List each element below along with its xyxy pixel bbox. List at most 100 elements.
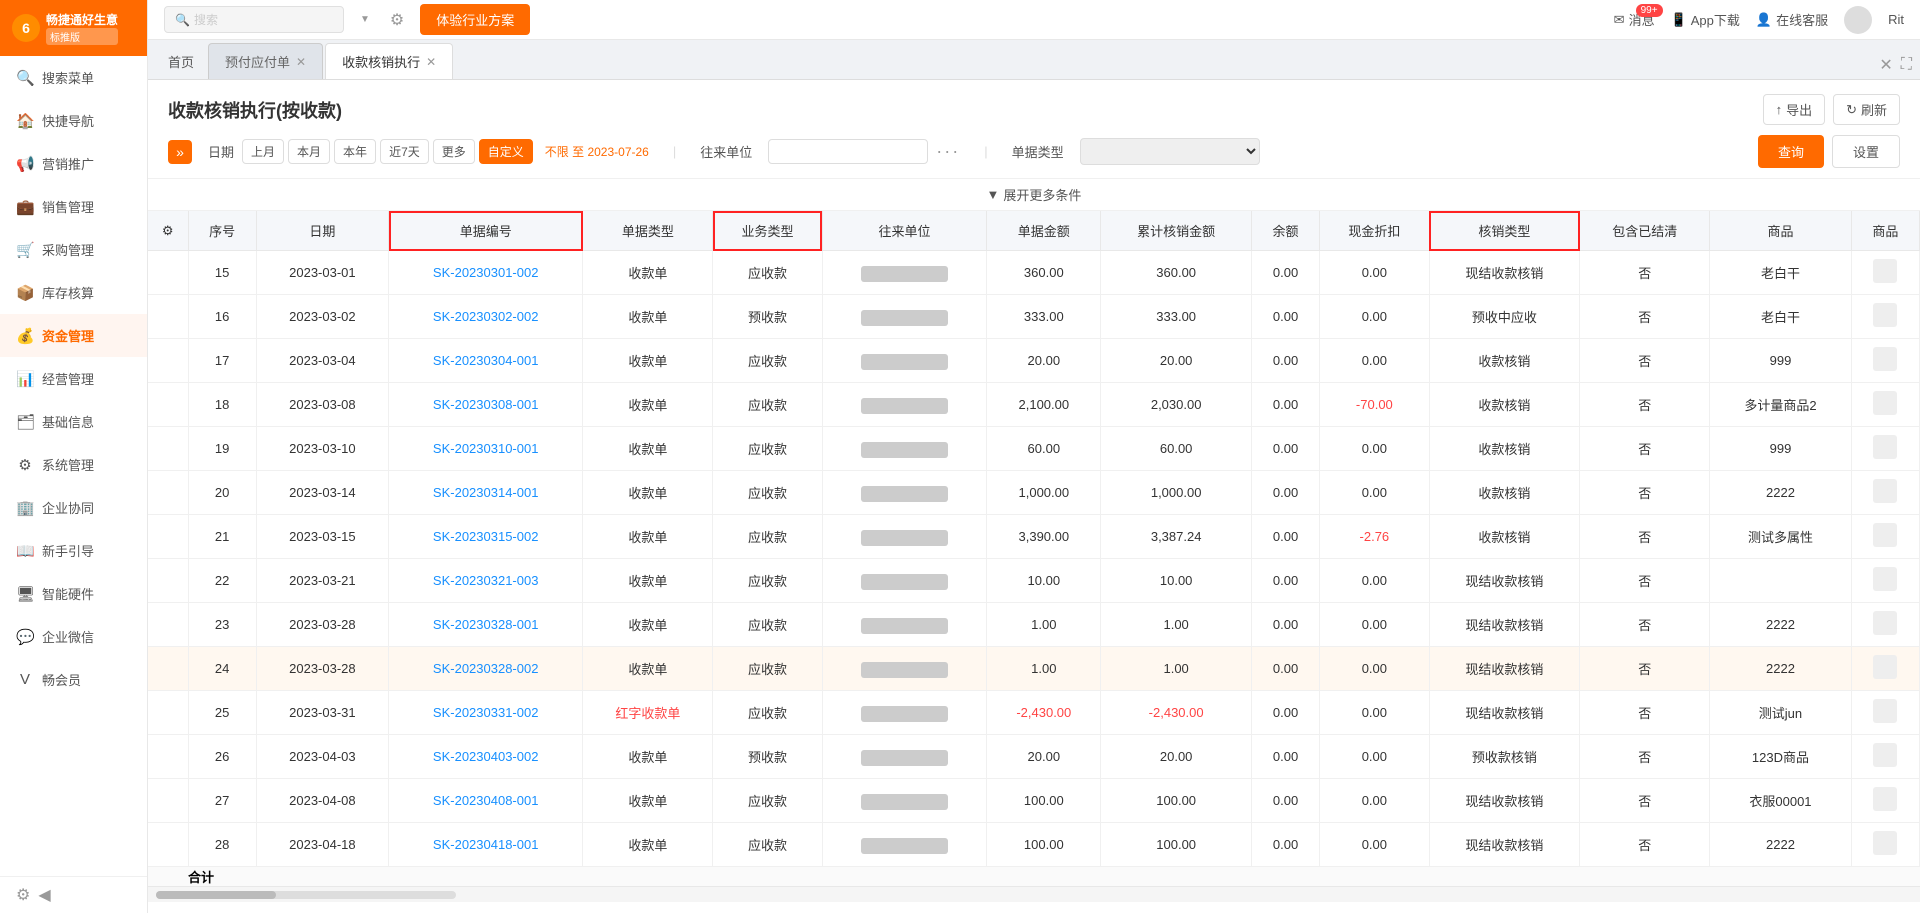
doc-no-link[interactable]: SK-20230308-001 bbox=[433, 397, 539, 412]
sidebar-item-shortcut[interactable]: 🏠 快捷导航 bbox=[0, 99, 147, 142]
dots-icon[interactable]: ··· bbox=[936, 141, 960, 162]
doc-no-link[interactable]: SK-20230302-002 bbox=[433, 309, 539, 324]
message-button[interactable]: ✉ 消息 99+ bbox=[1614, 10, 1655, 29]
td-doc-no[interactable]: SK-20230301-002 bbox=[389, 251, 583, 295]
doc-no-link[interactable]: SK-20230331-002 bbox=[433, 705, 539, 720]
filter-toggle-button[interactable]: » bbox=[168, 140, 192, 164]
query-button[interactable]: 查询 bbox=[1758, 135, 1824, 168]
td-doc-no[interactable]: SK-20230408-001 bbox=[389, 779, 583, 823]
sidebar-item-wechat[interactable]: 💬 企业微信 bbox=[0, 615, 147, 658]
td-doc-no[interactable]: SK-20230331-002 bbox=[389, 691, 583, 735]
doc-no-link[interactable]: SK-20230328-001 bbox=[433, 617, 539, 632]
sidebar-item-purchase[interactable]: 🛒 采购管理 bbox=[0, 228, 147, 271]
doc-no-link[interactable]: SK-20230301-002 bbox=[433, 265, 539, 280]
sidebar-item-label: 基础信息 bbox=[42, 412, 94, 431]
td-cash-discount: 0.00 bbox=[1320, 471, 1429, 515]
counterpart-input[interactable] bbox=[768, 139, 928, 164]
td-date: 2023-03-08 bbox=[256, 383, 388, 427]
sidebar-item-corp[interactable]: 🏢 企业协同 bbox=[0, 486, 147, 529]
sidebar-item-member[interactable]: V 畅会员 bbox=[0, 658, 147, 701]
doc-no-link[interactable]: SK-20230314-001 bbox=[433, 485, 539, 500]
sidebar-item-search[interactable]: 🔍 搜索菜单 bbox=[0, 56, 147, 99]
finance-icon: 💰 bbox=[16, 327, 34, 345]
td-doc-no[interactable]: SK-20230403-002 bbox=[389, 735, 583, 779]
doc-no-link[interactable]: SK-20230418-001 bbox=[433, 837, 539, 852]
collapse-icon[interactable]: ◀ bbox=[38, 885, 50, 905]
doc-no-link[interactable]: SK-20230403-002 bbox=[433, 749, 539, 764]
custom-date-btn[interactable]: 自定义 bbox=[479, 139, 533, 164]
app-download-button[interactable]: 📱 App下载 bbox=[1671, 10, 1740, 29]
horizontal-scrollbar[interactable] bbox=[156, 891, 456, 899]
doc-no-link[interactable]: SK-20230304-001 bbox=[433, 353, 539, 368]
export-button[interactable]: ↑ 导出 bbox=[1763, 94, 1826, 125]
sidebar-item-marketing[interactable]: 📢 营销推广 bbox=[0, 142, 147, 185]
td-doc-no[interactable]: SK-20230321-003 bbox=[389, 559, 583, 603]
td-settings bbox=[148, 295, 188, 339]
settings-bottom-icon[interactable]: ⚙ bbox=[16, 885, 30, 905]
doc-no-link[interactable]: SK-20230310-001 bbox=[433, 441, 539, 456]
close-tab-icon[interactable]: ✕ bbox=[1879, 55, 1892, 75]
total-biz-type bbox=[713, 867, 822, 887]
sidebar-item-basic[interactable]: 🗂 基础信息 bbox=[0, 400, 147, 443]
td-doc-no[interactable]: SK-20230418-001 bbox=[389, 823, 583, 867]
doc-no-link[interactable]: SK-20230328-002 bbox=[433, 661, 539, 676]
td-biz-type: 预收款 bbox=[713, 295, 822, 339]
sidebar-item-label: 企业微信 bbox=[42, 627, 94, 646]
td-doc-no[interactable]: SK-20230328-001 bbox=[389, 603, 583, 647]
td-date: 2023-04-18 bbox=[256, 823, 388, 867]
sidebar-item-label: 企业协同 bbox=[42, 498, 94, 517]
td-doc-no[interactable]: SK-20230310-001 bbox=[389, 427, 583, 471]
topbar-search-box[interactable]: 🔍 搜索 bbox=[164, 6, 344, 33]
this-year-btn[interactable]: 本年 bbox=[334, 139, 376, 164]
setting-button[interactable]: 设置 bbox=[1832, 135, 1900, 168]
td-balance: 0.00 bbox=[1251, 823, 1319, 867]
td-doc-no[interactable]: SK-20230302-002 bbox=[389, 295, 583, 339]
td-has-settled: 否 bbox=[1580, 559, 1710, 603]
sidebar-item-guide[interactable]: 📖 新手引导 bbox=[0, 529, 147, 572]
sidebar-item-business[interactable]: 📊 经营管理 bbox=[0, 357, 147, 400]
basic-icon: 🗂 bbox=[16, 413, 34, 431]
td-amount: 333.00 bbox=[987, 295, 1101, 339]
table-scrollbar-area[interactable] bbox=[148, 886, 1920, 902]
td-doc-no[interactable]: SK-20230314-001 bbox=[389, 471, 583, 515]
td-doc-no[interactable]: SK-20230315-002 bbox=[389, 515, 583, 559]
tab-collect[interactable]: 收款核销执行 ✕ bbox=[325, 43, 453, 79]
tab-home[interactable]: 首页 bbox=[156, 44, 206, 79]
this-month-btn[interactable]: 本月 bbox=[288, 139, 330, 164]
solution-button[interactable]: 体验行业方案 bbox=[420, 4, 530, 35]
refresh-button[interactable]: ↻ 刷新 bbox=[1833, 94, 1900, 125]
td-counterpart: ██████ bbox=[822, 647, 987, 691]
topbar-dropdown-icon[interactable]: ▼ bbox=[360, 14, 370, 25]
td-doc-no[interactable]: SK-20230308-001 bbox=[389, 383, 583, 427]
sidebar-item-system[interactable]: ⚙ 系统管理 bbox=[0, 443, 147, 486]
td-doc-no[interactable]: SK-20230328-002 bbox=[389, 647, 583, 691]
doc-no-link[interactable]: SK-20230315-002 bbox=[433, 529, 539, 544]
last-7days-btn[interactable]: 近7天 bbox=[380, 139, 429, 164]
scrollbar-thumb[interactable] bbox=[156, 891, 276, 899]
sidebar-item-hardware[interactable]: 🖥 智能硬件 bbox=[0, 572, 147, 615]
sidebar-item-inventory[interactable]: 📦 库存核算 bbox=[0, 271, 147, 314]
doc-no-link[interactable]: SK-20230408-001 bbox=[433, 793, 539, 808]
service-label: 在线客服 bbox=[1776, 10, 1828, 29]
service-button[interactable]: 👤 在线客服 bbox=[1756, 10, 1828, 29]
table-container[interactable]: ⚙ 序号 日期 单据编号 单据类型 业务类型 往来单位 单据金额 累计核销金额 … bbox=[148, 211, 1920, 913]
sidebar-item-finance[interactable]: 💰 资金管理 bbox=[0, 314, 147, 357]
prepay-tab-close[interactable]: ✕ bbox=[296, 55, 306, 69]
tab-prepay[interactable]: 预付应付单 ✕ bbox=[208, 43, 323, 79]
more-date-btn[interactable]: 更多 bbox=[433, 139, 475, 164]
fullscreen-icon[interactable]: ⛶ bbox=[1901, 56, 1912, 74]
td-biz-type: 应收款 bbox=[713, 559, 822, 603]
td-doc-no[interactable]: SK-20230304-001 bbox=[389, 339, 583, 383]
td-has-settled: 否 bbox=[1580, 823, 1710, 867]
topbar-gear-icon[interactable]: ⚙ bbox=[390, 10, 404, 30]
sidebar-item-sales[interactable]: 💼 销售管理 bbox=[0, 185, 147, 228]
last-month-btn[interactable]: 上月 bbox=[242, 139, 284, 164]
td-goods2 bbox=[1851, 383, 1919, 427]
collect-tab-close[interactable]: ✕ bbox=[426, 55, 436, 69]
expand-more-button[interactable]: ▼ 展开更多条件 bbox=[987, 185, 1082, 204]
th-settings[interactable]: ⚙ bbox=[148, 211, 188, 251]
td-amount: 20.00 bbox=[987, 339, 1101, 383]
user-avatar[interactable] bbox=[1844, 6, 1872, 34]
doc-no-link[interactable]: SK-20230321-003 bbox=[433, 573, 539, 588]
receipt-type-select[interactable] bbox=[1080, 138, 1260, 165]
